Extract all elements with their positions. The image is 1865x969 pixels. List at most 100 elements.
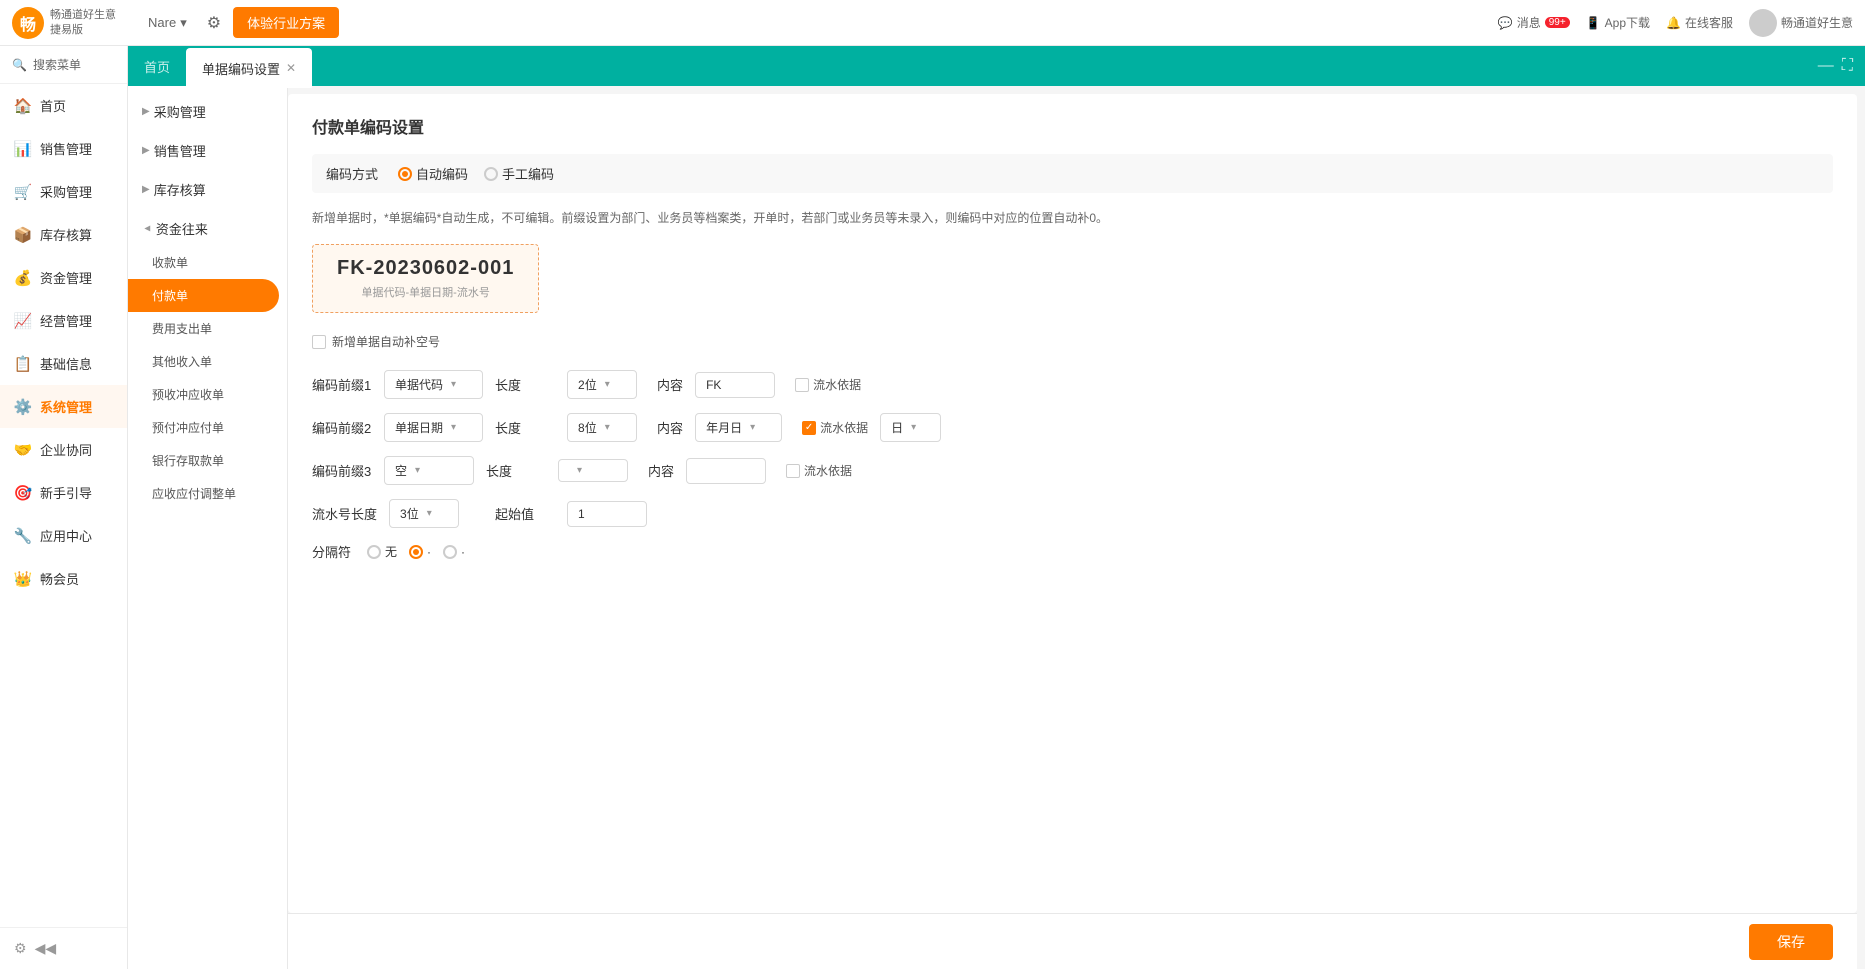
sidebar-item-member[interactable]: 👑 畅会员 [0, 557, 127, 600]
sub-item-adjustment[interactable]: 应收应付调整单 [128, 477, 287, 510]
length-select-1[interactable]: 2位 ▾ [567, 370, 637, 399]
serial-checkbox-row-2: 流水依据 [802, 419, 868, 436]
content-label-2: 内容 [657, 418, 683, 437]
home-icon: 🏠 [14, 97, 32, 115]
sidebar-item-basic-info[interactable]: 📋 基础信息 [0, 342, 127, 385]
sidebar-item-home[interactable]: 🏠 首页 [0, 84, 127, 127]
length-select-3-arrow: ▾ [577, 465, 582, 476]
form-row-1: 编码前缀1 单据代码 ▾ 长度 2位 ▾ 内容 [312, 370, 1833, 399]
sales-icon: 📊 [14, 140, 32, 158]
save-button[interactable]: 保存 [1749, 924, 1833, 960]
sidebar-item-app-center[interactable]: 🔧 应用中心 [0, 514, 127, 557]
sidebar-footer: ⚙ ◀◀ [0, 927, 127, 969]
guide-icon: 🎯 [14, 484, 32, 502]
prefix-select-2[interactable]: 单据日期 ▾ [384, 413, 483, 442]
serial-checkbox-3[interactable] [786, 464, 800, 478]
bottom-bar: 保存 [288, 913, 1857, 969]
sub-item-receipt[interactable]: 收款单 [128, 246, 287, 279]
topbar-dropdown[interactable]: Nare ▾ [140, 11, 195, 35]
sidebar-item-operations[interactable]: 📈 经营管理 [0, 299, 127, 342]
sep-none-radio[interactable]: 无 [367, 543, 397, 560]
operations-icon: 📈 [14, 312, 32, 330]
serial-checkbox-row-3: 流水依据 [786, 462, 852, 479]
sidebar-item-purchase[interactable]: 🛒 采购管理 [0, 170, 127, 213]
message-btn[interactable]: 💬 消息 99+ [1498, 14, 1570, 31]
auto-fill-checkbox[interactable] [312, 335, 326, 349]
tab-home[interactable]: 首页 [128, 46, 186, 86]
sidebar-item-inventory[interactable]: 📦 库存核算 [0, 213, 127, 256]
length-select-2[interactable]: 8位 ▾ [567, 413, 637, 442]
serial-length-select[interactable]: 3位 ▾ [389, 499, 459, 528]
sidebar-item-system[interactable]: ⚙️ 系统管理 [0, 385, 127, 428]
settings-icon[interactable]: ⚙ [203, 9, 225, 37]
code-preview-sub: 单据代码-单据日期-流水号 [337, 284, 514, 300]
sidebar-item-finance[interactable]: 💰 资金管理 [0, 256, 127, 299]
manual-code-radio[interactable]: 手工编码 [484, 164, 554, 183]
sub-group-purchase-title[interactable]: ▶ 采购管理 [128, 94, 287, 129]
content-select-2[interactable]: 年月日 ▾ [695, 413, 782, 442]
sub-group-capital-title[interactable]: ▼ 资金往来 [128, 211, 287, 246]
length-label-1: 长度 [495, 375, 555, 394]
sidebar-item-enterprise[interactable]: 🤝 企业协同 [0, 428, 127, 471]
logo-icon: 畅 [12, 7, 44, 39]
content-input-3[interactable] [686, 458, 766, 484]
logo-text: 畅通道好生意 捷易版 [50, 8, 116, 37]
sub-item-other-income[interactable]: 其他收入单 [128, 345, 287, 378]
sub-item-expense[interactable]: 费用支出单 [128, 312, 287, 345]
prefix-select-1[interactable]: 单据代码 ▾ [384, 370, 483, 399]
form-label-1: 编码前缀1 [312, 375, 372, 394]
sub-group-inventory-title[interactable]: ▶ 库存核算 [128, 172, 287, 207]
tab-close-icon[interactable]: ✕ [286, 61, 296, 75]
separator-label: 分隔符 [312, 542, 351, 561]
prefix-select-3[interactable]: 空 ▾ [384, 456, 474, 485]
experience-btn[interactable]: 体验行业方案 [233, 7, 339, 38]
sidebar-item-sales[interactable]: 📊 销售管理 [0, 127, 127, 170]
tab-maximize-icon[interactable]: ⛶ [1842, 57, 1853, 75]
separator-options: 无 · · [367, 543, 465, 560]
online-service-btn[interactable]: 🔔 在线客服 [1666, 14, 1733, 31]
tab-encode-settings[interactable]: 单据编码设置 ✕ [186, 48, 312, 88]
footer-settings-icon[interactable]: ⚙ [14, 940, 27, 957]
user-info[interactable]: 畅通道好生意 [1749, 9, 1853, 37]
basic-info-icon: 📋 [14, 355, 32, 373]
sidebar-search[interactable]: 🔍 搜索菜单 [0, 46, 127, 84]
serial-checkbox-1[interactable] [795, 378, 809, 392]
page-content: 付款单编码设置 编码方式 自动编码 手工编码 [288, 94, 1857, 913]
page-title: 付款单编码设置 [312, 114, 1833, 138]
footer-collapse-icon[interactable]: ◀◀ [35, 940, 57, 957]
sidebar-item-guide[interactable]: 🎯 新手引导 [0, 471, 127, 514]
sub-group-sales-title[interactable]: ▶ 销售管理 [128, 133, 287, 168]
prefix-select-1-arrow: ▾ [451, 379, 456, 390]
auto-code-radio-dot [398, 167, 412, 181]
length-select-3[interactable]: ▾ [558, 459, 628, 482]
layout: 🔍 搜索菜单 🏠 首页 📊 销售管理 🛒 采购管理 📦 库存核算 💰 资金管理 … [0, 46, 1865, 969]
logo: 畅 畅通道好生意 捷易版 [12, 7, 140, 39]
start-value-label: 起始值 [495, 504, 555, 523]
inventory-arrow-icon: ▶ [142, 184, 150, 195]
length-label-2: 长度 [495, 418, 555, 437]
granularity-select-2[interactable]: 日 ▾ [880, 413, 941, 442]
app-download-btn[interactable]: 📱 App下载 [1586, 14, 1650, 31]
encoding-method-radio-group: 自动编码 手工编码 [398, 164, 554, 183]
sub-item-payment[interactable]: 付款单 [128, 279, 279, 312]
sep-dot2-radio[interactable]: · [443, 545, 465, 559]
sales-arrow-icon: ▶ [142, 145, 150, 156]
content-input-1[interactable] [695, 372, 775, 398]
granularity-arrow-2: ▾ [911, 422, 916, 433]
sub-item-prepay-payable[interactable]: 预付冲应付单 [128, 411, 287, 444]
serial-checkbox-2[interactable] [802, 421, 816, 435]
sub-item-bank[interactable]: 银行存取款单 [128, 444, 287, 477]
sep-dot-radio[interactable]: · [409, 545, 431, 559]
auto-code-radio[interactable]: 自动编码 [398, 164, 468, 183]
form-label-2: 编码前缀2 [312, 418, 372, 437]
chevron-down-icon: ▾ [180, 15, 187, 31]
tab-minimize-icon[interactable]: — [1818, 57, 1834, 75]
code-preview-main: FK-20230602-001 [337, 257, 514, 280]
sub-group-purchase: ▶ 采购管理 [128, 94, 287, 129]
prefix-select-3-arrow: ▾ [415, 465, 420, 476]
search-icon: 🔍 [12, 58, 27, 72]
purchase-icon: 🛒 [14, 183, 32, 201]
sub-item-prepay-receivable[interactable]: 预收冲应收单 [128, 378, 287, 411]
start-value-input[interactable] [567, 501, 647, 527]
enterprise-icon: 🤝 [14, 441, 32, 459]
